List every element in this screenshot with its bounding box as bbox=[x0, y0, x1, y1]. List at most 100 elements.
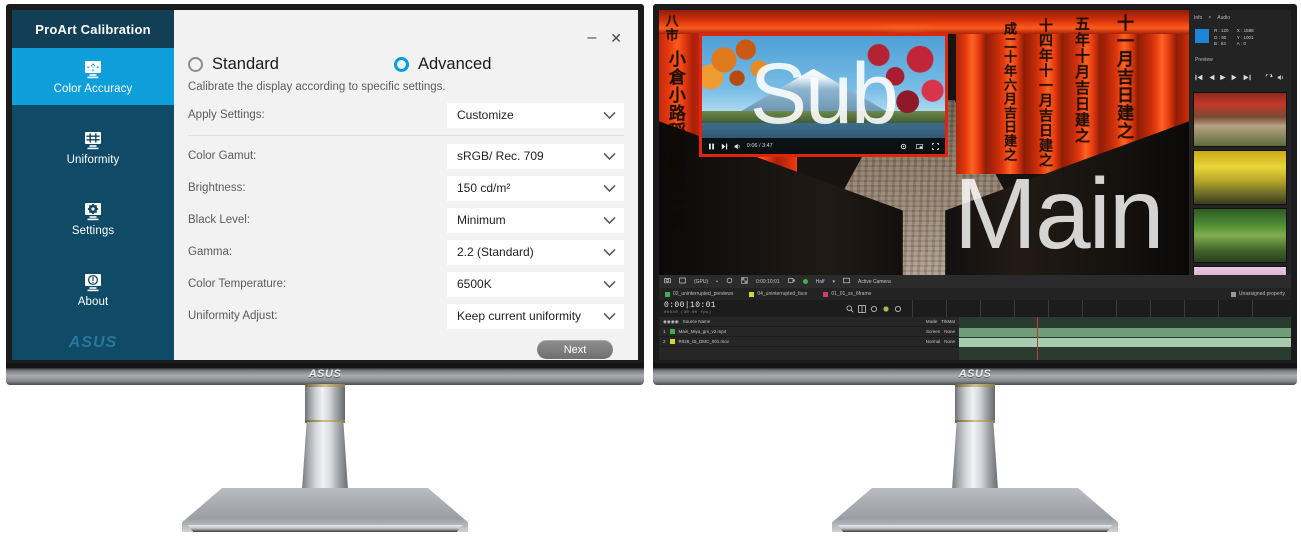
select-value: 150 cd/m² bbox=[457, 181, 511, 195]
radio-advanced[interactable]: Advanced bbox=[394, 55, 491, 74]
black-level-select[interactable]: Minimum bbox=[447, 207, 624, 233]
color-dot bbox=[749, 291, 755, 297]
color-values: R : 120 X : 1588 G : 90 Y : 1001 B : 63 … bbox=[1214, 28, 1254, 48]
radio-standard[interactable]: Standard bbox=[188, 55, 394, 74]
thumbnail-item[interactable] bbox=[1193, 265, 1287, 275]
composition-mini-flowchart-icon[interactable] bbox=[858, 300, 866, 318]
color-swatch bbox=[1195, 29, 1209, 43]
color-gamut-select[interactable]: sRGB/ Rec. 709 bbox=[447, 143, 624, 169]
sub-player-controls[interactable]: 0:06 / 3:47 bbox=[701, 138, 945, 155]
sidebar-item-color-accuracy[interactable]: Color Accuracy bbox=[12, 48, 174, 105]
thumbnail-item[interactable] bbox=[1193, 91, 1287, 147]
first-frame-icon[interactable] bbox=[1195, 68, 1203, 86]
draft-3d-icon[interactable] bbox=[882, 300, 890, 318]
next-button-row: Next bbox=[188, 340, 624, 359]
select-value: 6500K bbox=[457, 277, 492, 291]
timeline-track-area[interactable] bbox=[959, 317, 1291, 360]
timeline-timecode[interactable]: 0:00|10:01 00040 (30.00 fps) bbox=[664, 302, 716, 315]
source-name-header: Source Name bbox=[682, 319, 711, 324]
track-trkmat[interactable]: None bbox=[944, 339, 955, 344]
timeline-ruler[interactable] bbox=[912, 300, 1286, 317]
chevron-down-icon bbox=[594, 176, 624, 201]
quality-label[interactable]: Half bbox=[816, 279, 825, 285]
thumbnail-item[interactable] bbox=[1193, 207, 1287, 263]
right-monitor-base bbox=[832, 488, 1118, 532]
graph-editor-icon[interactable] bbox=[894, 300, 902, 318]
gamma-select[interactable]: 2.2 (Standard) bbox=[447, 239, 624, 265]
snapshot-icon[interactable] bbox=[664, 277, 671, 286]
track-mode[interactable]: Screen bbox=[926, 329, 940, 334]
player-timecode: 0:06 / 3:47 bbox=[746, 143, 773, 150]
brightness-select[interactable]: 150 cd/m² bbox=[447, 175, 624, 201]
select-value: sRGB/ Rec. 709 bbox=[457, 149, 544, 163]
right-monitor-neck-taper bbox=[952, 422, 998, 490]
thumbnail-item[interactable] bbox=[1193, 149, 1287, 205]
gear-icon bbox=[82, 201, 104, 223]
volume-icon[interactable] bbox=[734, 143, 741, 150]
active-camera-label[interactable]: Active Camera bbox=[858, 279, 891, 285]
motion-blur-icon[interactable] bbox=[870, 300, 878, 318]
timeline-playhead[interactable] bbox=[1037, 317, 1038, 360]
comp-tab[interactable]: 02_uninterrupted_previews bbox=[665, 291, 733, 297]
comp-tab-label: Unassigned property bbox=[1238, 291, 1285, 297]
chevron-down-icon bbox=[594, 144, 624, 169]
tab-audio[interactable]: Audio bbox=[1217, 15, 1230, 21]
transparency-grid-icon[interactable] bbox=[741, 277, 748, 286]
next-track-icon[interactable] bbox=[721, 143, 728, 150]
track-color-swatch bbox=[669, 329, 675, 334]
comp-tab[interactable]: 01_01_ss_6frame bbox=[823, 291, 871, 297]
timeline-track-row[interactable]: 2 R028_s5_DMC_001.mov Normal None bbox=[659, 337, 959, 347]
composition-viewport[interactable]: 八市 小倉小路稲荷講中一同 成二十年六月吉日建之 十四年十一月吉日建之 五年十月… bbox=[659, 10, 1189, 275]
close-icon[interactable]: ✕ bbox=[610, 31, 622, 45]
timeline-layer-list: ◉◉◉◉ Source Name Mode TrkMat 1 Main_Miya… bbox=[659, 317, 959, 360]
loop-icon[interactable] bbox=[1265, 68, 1273, 86]
info-circle-icon bbox=[82, 272, 104, 294]
comp-tab[interactable]: 04_uninterrupted_face bbox=[749, 291, 807, 297]
mode-header: Mode bbox=[925, 319, 938, 324]
track-trkmat[interactable]: None bbox=[944, 329, 955, 334]
sidebar-item-uniformity[interactable]: Uniformity bbox=[12, 119, 174, 176]
next-frame-icon[interactable] bbox=[1231, 68, 1239, 86]
minimize-icon[interactable]: – bbox=[587, 30, 596, 46]
camera-icon[interactable] bbox=[843, 277, 850, 286]
sidebar-item-label: About bbox=[77, 295, 109, 308]
trkmat-header: TrkMat bbox=[941, 319, 955, 324]
timeline-clip[interactable] bbox=[959, 338, 1291, 347]
sidebar-item-about[interactable]: About bbox=[12, 261, 174, 318]
timeline-clip[interactable] bbox=[959, 328, 1291, 337]
left-monitor-bottom-bezel bbox=[6, 363, 644, 385]
preview-thumbnail-list bbox=[1192, 91, 1288, 275]
camera-toggle-icon[interactable] bbox=[787, 277, 795, 286]
render-quality-label[interactable]: (GPU) bbox=[694, 279, 708, 285]
region-of-interest-icon[interactable] bbox=[726, 277, 733, 286]
prev-frame-icon[interactable] bbox=[1207, 68, 1215, 86]
uniformity-adjust-select[interactable]: Keep current uniformity bbox=[447, 303, 624, 329]
apply-settings-select[interactable]: Customize bbox=[447, 102, 624, 128]
field-label: Color Gamut: bbox=[188, 150, 257, 162]
sidebar-item-settings[interactable]: Settings bbox=[12, 190, 174, 247]
color-temperature-select[interactable]: 6500K bbox=[447, 271, 624, 297]
next-button[interactable]: Next bbox=[537, 340, 613, 359]
form-row-gamma: Gamma: 2.2 (Standard) bbox=[188, 236, 624, 268]
settings-icon[interactable] bbox=[900, 143, 907, 150]
audio-icon[interactable] bbox=[1277, 68, 1285, 86]
chevron-down-icon[interactable]: ▾ bbox=[832, 279, 835, 285]
pip-icon[interactable] bbox=[915, 143, 923, 150]
play-icon[interactable] bbox=[1219, 68, 1227, 86]
show-snapshot-icon[interactable] bbox=[679, 277, 686, 286]
timeline-track-row[interactable]: 1 Main_Miya_gm_v2.mp4 Screen None bbox=[659, 327, 959, 337]
fullscreen-icon[interactable] bbox=[931, 142, 939, 150]
chevron-down-icon bbox=[594, 208, 624, 233]
status-timecode[interactable]: 0:00:10:01 bbox=[756, 279, 780, 285]
track-mode[interactable]: Normal bbox=[926, 339, 941, 344]
comp-tab[interactable]: Unassigned property bbox=[1230, 291, 1285, 297]
search-icon[interactable] bbox=[846, 300, 854, 318]
tab-info[interactable]: Info bbox=[1194, 15, 1202, 21]
pause-icon[interactable] bbox=[708, 143, 715, 150]
chevron-down-icon bbox=[594, 103, 624, 128]
last-frame-icon[interactable] bbox=[1243, 68, 1251, 86]
sub-preview-window[interactable]: Sub 0:06 / 3:47 bbox=[698, 32, 948, 158]
comp-tab-label: 02_uninterrupted_previews bbox=[673, 291, 734, 297]
preview-transport-controls bbox=[1192, 67, 1288, 90]
sub-autumn-trees-right bbox=[862, 37, 945, 124]
